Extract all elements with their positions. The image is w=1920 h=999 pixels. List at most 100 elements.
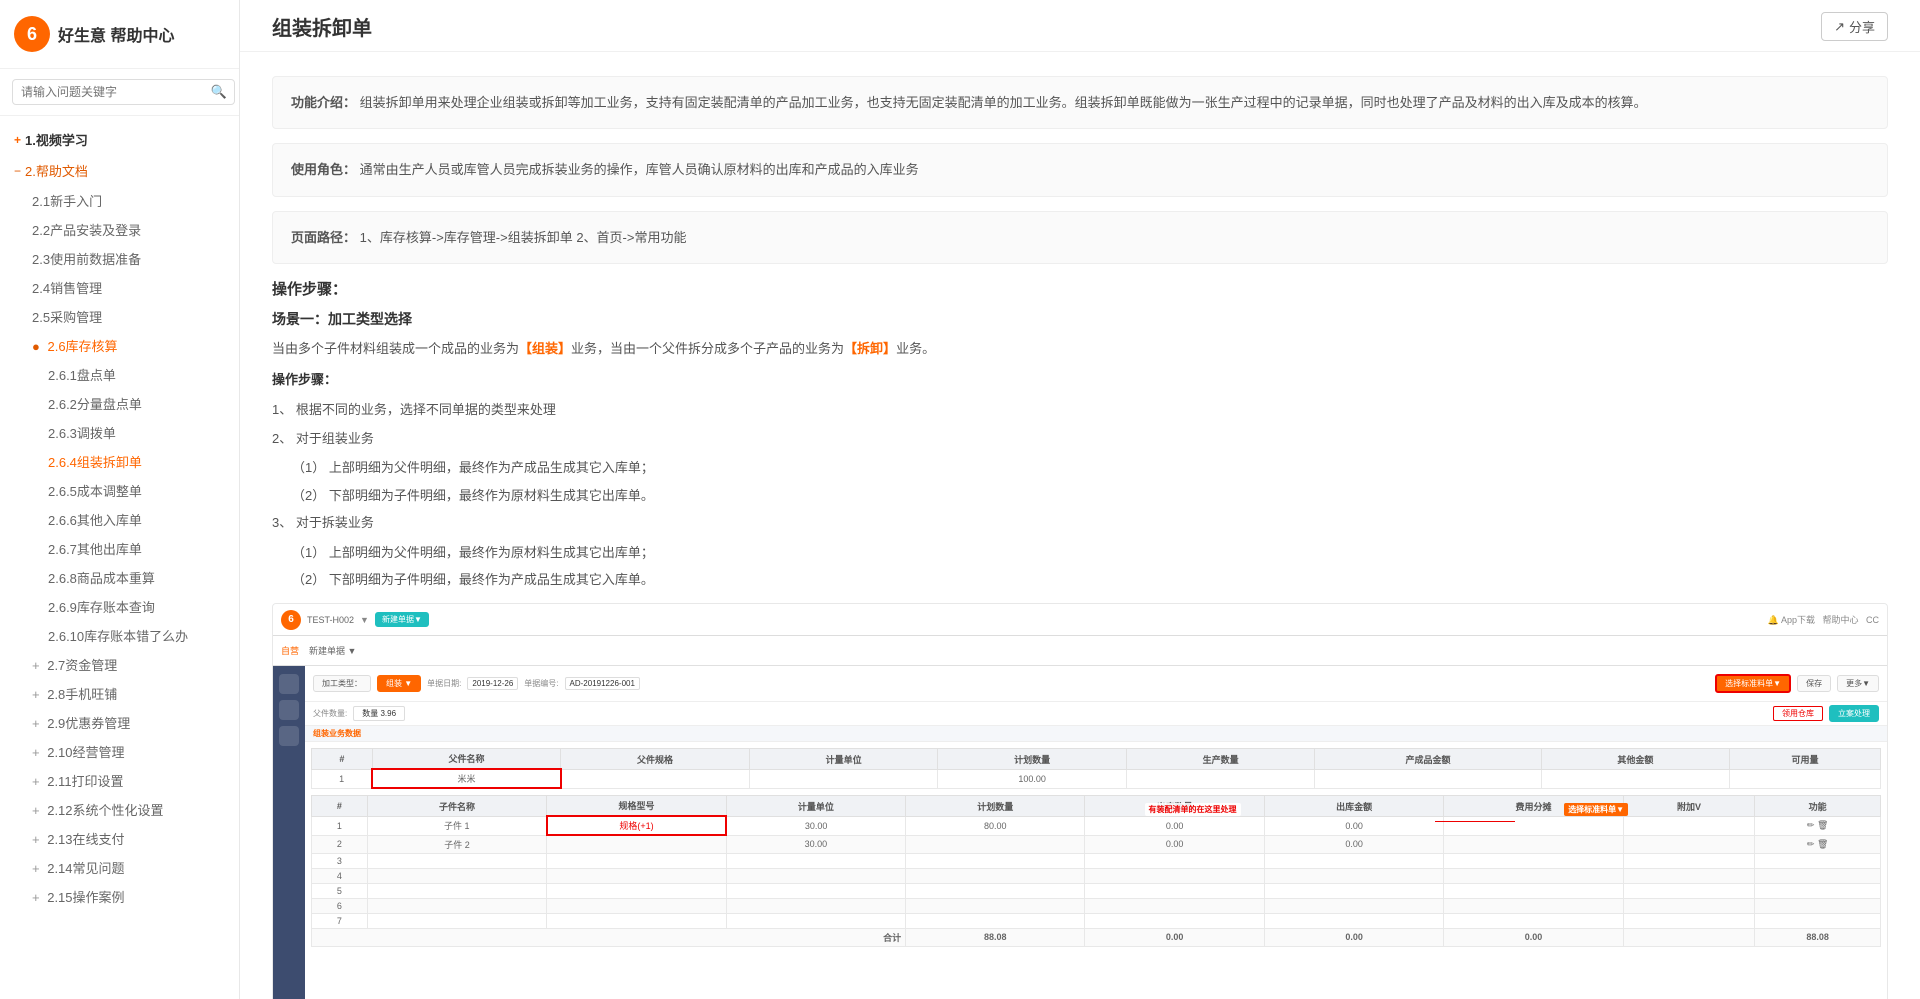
mock-content-area: 加工类型： 组装 ▼ 单据日期: 2019-12-26 单据编号: AD-201… — [273, 666, 1887, 999]
mock-topbar: 6 TEST-H002 ▼ 新建单据▼ 🔔 App下载 帮助中心 CC — [273, 604, 1887, 636]
mock-nav-dot-3 — [279, 726, 299, 746]
search-input[interactable] — [12, 79, 235, 105]
mock-topbar-left: 6 TEST-H002 ▼ 新建单据▼ — [281, 610, 429, 630]
sidebar-item-count[interactable]: 2.6.1盘点单 — [0, 360, 239, 389]
sidebar-item-install[interactable]: 2.2产品安装及登录 — [0, 215, 239, 244]
main-content: 组装拆卸单 ↗ 分享 功能介绍： 组装拆卸单用来处理企业组装或拆卸等加工业务，支… — [240, 0, 1920, 999]
mock-col-name: 父件名称 — [372, 749, 561, 770]
page-header: 组装拆卸单 ↗ 分享 — [240, 0, 1920, 52]
sidebar: 6 好生意 帮助中心 🔍 + 1.视频学习 − 2.帮助文档 2.1新手入门 2… — [0, 0, 240, 999]
mock-nav-dot-2 — [279, 700, 299, 720]
mock-child-row-1: 1 子件 1 规格(+1) 30.00 80.00 0.00 0.00 — [312, 816, 1881, 835]
mock-child-row-3: 3 — [312, 853, 1881, 868]
mock-col-plan: 计划数量 — [938, 749, 1127, 770]
mock-date: 2019-12-26 — [467, 677, 518, 690]
step-1: 1、 根据不同的业务，选择不同单据的类型来处理 — [272, 398, 1888, 421]
mock-col-amount: 产成品金额 — [1315, 749, 1541, 770]
mock-ui: 6 TEST-H002 ▼ 新建单据▼ 🔔 App下载 帮助中心 CC 自营 新… — [273, 604, 1887, 999]
mock-sidebar-mini — [273, 666, 305, 999]
sub-steps-group2: （1） 上部明细为父件明细，最终作为原材料生成其它出库单； （2） 下部明细为子… — [292, 541, 1888, 592]
func-intro-label: 功能介绍： — [291, 95, 356, 110]
mock-save-btn: 保存 — [1797, 675, 1831, 692]
mock-logo: 6 — [281, 610, 301, 630]
sidebar-item-help[interactable]: − 2.帮助文档 — [0, 155, 239, 186]
mock-child-row-2: 2 子件 2 30.00 0.00 0.00 — [312, 835, 1881, 853]
share-icon: ↗ — [1834, 19, 1845, 35]
mock-billno: AD-20191226-001 — [565, 677, 640, 690]
page-title: 组装拆卸单 — [272, 12, 372, 41]
func-intro-block: 功能介绍： 组装拆卸单用来处理企业组装或拆卸等加工业务，支持有固定装配清单的产品… — [272, 76, 1888, 129]
nav-list: + 1.视频学习 − 2.帮助文档 2.1新手入门 2.2产品安装及登录 2.3… — [0, 116, 239, 999]
sidebar-item-stock-check[interactable]: 2.6.9库存账本查询 — [0, 592, 239, 621]
sidebar-item-stock-err[interactable]: 2.6.10库存账本错了么办 — [0, 621, 239, 650]
sub-step-1-1: （1） 上部明细为父件明细，最终作为产成品生成其它入库单； — [292, 456, 1888, 479]
sub-step-1-2: （2） 下部明细为子件明细，最终作为原材料生成其它出库单。 — [292, 484, 1888, 507]
mock-sub-toolbar: 父件数量: 数量 3.96 领用仓库 立案处理 — [305, 702, 1887, 726]
mock-child-footer: 合计 88.08 0.00 0.00 0.00 88.08 — [312, 928, 1881, 946]
sidebar-item-faq[interactable]: + 2.14常见问题 — [0, 853, 239, 882]
sidebar-item-new[interactable]: 2.1新手入门 — [0, 186, 239, 215]
logo-area: 6 好生意 帮助中心 — [0, 0, 239, 69]
mock-table-header-row: # 父件名称 父件规格 计量单位 计划数量 生产数量 产成品金额 其他金额 — [312, 749, 1881, 770]
sidebar-item-adjust[interactable]: 2.6.3调拨单 — [0, 418, 239, 447]
sidebar-item-part-count[interactable]: 2.6.2分量盘点单 — [0, 389, 239, 418]
open-circle-icon: ● — [32, 339, 40, 354]
role-label: 使用角色： — [291, 162, 356, 177]
mock-table-area: # 父件名称 父件规格 计量单位 计划数量 生产数量 产成品金额 其他金额 — [305, 742, 1887, 999]
sub-step-2-1: （1） 上部明细为父件明细，最终作为原材料生成其它出库单； — [292, 541, 1888, 564]
collapse-icon: − — [14, 164, 21, 178]
article-body: 功能介绍： 组装拆卸单用来处理企业组装或拆卸等加工业务，支持有固定装配清单的产品… — [240, 52, 1920, 999]
sidebar-item-mobile[interactable]: + 2.8手机旺铺 — [0, 679, 239, 708]
sidebar-item-assembly[interactable]: 2.6.4组装拆卸单 — [0, 447, 239, 476]
mock-child-header: # 子件名称 规格型号 计量单位 计划数量 出库数量 出库金额 费用分摊 — [312, 796, 1881, 817]
sidebar-item-cash[interactable]: + 2.7资金管理 — [0, 650, 239, 679]
path-block: 页面路径： 1、库存核算->库存管理->组装拆卸单 2、首页->常用功能 — [272, 211, 1888, 264]
sidebar-item-purchase[interactable]: 2.5采购管理 — [0, 302, 239, 331]
sidebar-item-case[interactable]: + 2.15操作案例 — [0, 882, 239, 911]
screenshot-area: 6 TEST-H002 ▼ 新建单据▼ 🔔 App下载 帮助中心 CC 自营 新… — [272, 603, 1888, 999]
sidebar-item-goods-cost[interactable]: 2.6.8商品成本重算 — [0, 563, 239, 592]
mock-col-other: 其他金额 — [1541, 749, 1730, 770]
mock-select-product-btn: 选择标准料单▼ — [1715, 674, 1791, 693]
func-intro-text: 组装拆卸单用来处理企业组装或拆卸等加工业务，支持有固定装配清单的产品加工业务，也… — [360, 95, 1647, 110]
mock-assembly-btn: 组装 ▼ — [377, 675, 421, 692]
sidebar-item-print[interactable]: + 2.11打印设置 — [0, 766, 239, 795]
sidebar-item-custom[interactable]: + 2.12系统个性化设置 — [0, 795, 239, 824]
role-block: 使用角色： 通常由生产人员或库管人员完成拆装业务的操作，库管人员确认原材料的出库… — [272, 143, 1888, 196]
sidebar-item-other-out[interactable]: 2.6.7其他出库单 — [0, 534, 239, 563]
mock-child-row-5: 5 — [312, 883, 1881, 898]
screenshot-inner: 6 TEST-H002 ▼ 新建单据▼ 🔔 App下载 帮助中心 CC 自营 新… — [273, 604, 1887, 999]
sidebar-item-cost-adjust[interactable]: 2.6.5成本调整单 — [0, 476, 239, 505]
mock-col-prod: 生产数量 — [1126, 749, 1315, 770]
sidebar-item-stock[interactable]: ● 2.6库存核算 — [0, 331, 239, 360]
role-text: 通常由生产人员或库管人员完成拆装业务的操作，库管人员确认原材料的出库和产成品的入… — [360, 162, 919, 177]
mock-child-table: # 子件名称 规格型号 计量单位 计划数量 出库数量 出库金额 费用分摊 — [311, 795, 1881, 947]
sidebar-item-biz[interactable]: + 2.10经营管理 — [0, 737, 239, 766]
logo-text: 好生意 帮助中心 — [58, 22, 174, 46]
mock-form-area: 加工类型： 组装 ▼ 单据日期: 2019-12-26 单据编号: AD-201… — [305, 666, 1887, 999]
path-label: 页面路径： — [291, 230, 356, 245]
mock-tab-bar: 组装业务数据 — [305, 726, 1887, 742]
sidebar-item-video[interactable]: + 1.视频学习 — [0, 124, 239, 155]
sidebar-item-data[interactable]: 2.3使用前数据准备 — [0, 244, 239, 273]
mock-nav-dot-1 — [279, 674, 299, 694]
mock-confirm-btn: 立案处理 — [1829, 705, 1879, 722]
sidebar-item-sales[interactable]: 2.4销售管理 — [0, 273, 239, 302]
share-button[interactable]: ↗ 分享 — [1821, 12, 1888, 41]
mock-col-unit: 计量单位 — [749, 749, 938, 770]
sub-steps-group1: （1） 上部明细为父件明细，最终作为产成品生成其它入库单； （2） 下部明细为子… — [292, 456, 1888, 507]
mock-col-spec: 父件规格 — [561, 749, 750, 770]
sidebar-item-coupon[interactable]: + 2.9优惠券管理 — [0, 708, 239, 737]
sidebar-item-pay[interactable]: + 2.13在线支付 — [0, 824, 239, 853]
ops-sub-heading: 操作步骤： — [272, 369, 1888, 388]
mock-child-row-4: 4 — [312, 868, 1881, 883]
steps-list: 1、 根据不同的业务，选择不同单据的类型来处理 2、 对于组装业务 （1） 上部… — [272, 398, 1888, 592]
path-text: 1、库存核算->库存管理->组装拆卸单 2、首页->常用功能 — [360, 230, 687, 245]
mock-child-row-7: 7 — [312, 913, 1881, 928]
sidebar-item-other-in[interactable]: 2.6.6其他入库单 — [0, 505, 239, 534]
mock-doc-toolbar: 加工类型： 组装 ▼ 单据日期: 2019-12-26 单据编号: AD-201… — [305, 666, 1887, 702]
expand-icon: + — [14, 133, 21, 147]
mock-table-row: 1 米米 100.00 — [312, 769, 1881, 788]
mock-type-btn: 加工类型： — [313, 675, 371, 692]
scene-para: 当由多个子件材料组装成一个成品的业务为【组装】业务，当由一个父件拆分成多个子产品… — [272, 337, 1888, 360]
